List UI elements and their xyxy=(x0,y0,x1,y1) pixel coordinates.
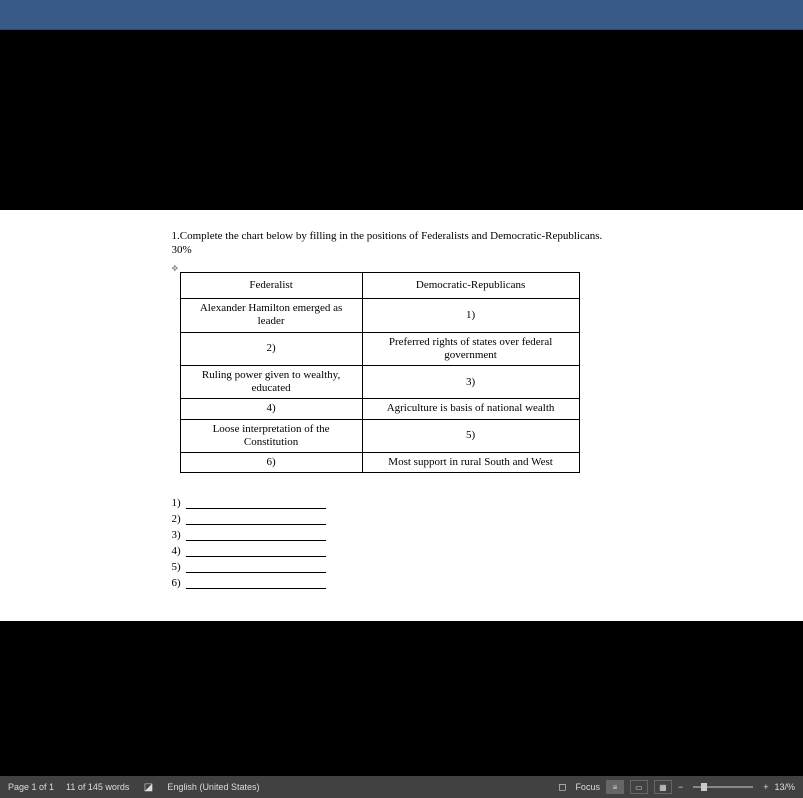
proofing-icon[interactable]: ◪ xyxy=(141,780,155,794)
answer-number: 6) xyxy=(172,577,186,589)
comparison-table[interactable]: Federalist Democratic-Republicans Alexan… xyxy=(180,272,580,473)
document-area[interactable]: 1.Complete the chart below by filling in… xyxy=(0,210,803,621)
answer-number: 5) xyxy=(172,561,186,573)
status-left: Page 1 of 1 11 of 145 words ◪ English (U… xyxy=(8,780,259,794)
answer-blank[interactable] xyxy=(186,529,326,541)
question-percent: 30% xyxy=(172,244,632,256)
cell[interactable]: 5) xyxy=(362,419,579,452)
language-indicator[interactable]: English (United States) xyxy=(167,782,259,792)
web-layout-button[interactable]: ▦ xyxy=(654,780,672,794)
word-count[interactable]: 11 of 145 words xyxy=(66,782,129,792)
table-row: 6) Most support in rural South and West xyxy=(180,452,579,472)
cell[interactable]: 6) xyxy=(180,452,362,472)
answer-number: 1) xyxy=(172,497,186,509)
focus-label[interactable]: Focus xyxy=(575,782,600,792)
header-federalist: Federalist xyxy=(180,273,362,299)
answer-number: 2) xyxy=(172,513,186,525)
answer-blank[interactable] xyxy=(186,577,326,589)
status-bar: Page 1 of 1 11 of 145 words ◪ English (U… xyxy=(0,776,803,798)
zoom-slider[interactable] xyxy=(693,786,753,788)
answer-blank[interactable] xyxy=(186,497,326,509)
table-row: Alexander Hamilton emerged as leader 1) xyxy=(180,299,579,332)
table-container: ✥ Federalist Democratic-Republicans Alex… xyxy=(180,272,632,473)
read-mode-button[interactable]: ≡ xyxy=(606,780,624,794)
cell[interactable]: Agriculture is basis of national wealth xyxy=(362,399,579,419)
cell[interactable]: Preferred rights of states over federal … xyxy=(362,332,579,365)
cell[interactable]: Alexander Hamilton emerged as leader xyxy=(180,299,362,332)
answer-line[interactable]: 3) xyxy=(172,525,632,541)
table-move-handle[interactable]: ✥ xyxy=(172,264,182,274)
status-right: ◻ Focus ≡ ▭ ▦ − + 13/% xyxy=(555,780,795,794)
title-bar xyxy=(0,0,803,30)
bottom-area xyxy=(0,621,803,776)
zoom-thumb[interactable] xyxy=(701,783,707,791)
table-row: 2) Preferred rights of states over feder… xyxy=(180,332,579,365)
cell[interactable]: 4) xyxy=(180,399,362,419)
answer-line[interactable]: 1) xyxy=(172,493,632,509)
table-row: Ruling power given to wealthy, educated … xyxy=(180,365,579,398)
zoom-out-button[interactable]: − xyxy=(678,782,683,792)
answer-lines: 1) 2) 3) 4) 5) 6) xyxy=(172,493,632,589)
table-header-row: Federalist Democratic-Republicans xyxy=(180,273,579,299)
table-row: Loose interpretation of the Constitution… xyxy=(180,419,579,452)
answer-number: 4) xyxy=(172,545,186,557)
cell[interactable]: 3) xyxy=(362,365,579,398)
cell[interactable]: 1) xyxy=(362,299,579,332)
answer-blank[interactable] xyxy=(186,545,326,557)
page-content[interactable]: 1.Complete the chart below by filling in… xyxy=(172,230,632,611)
answer-blank[interactable] xyxy=(186,513,326,525)
answer-line[interactable]: 6) xyxy=(172,573,632,589)
print-layout-button[interactable]: ▭ xyxy=(630,780,648,794)
table-row: 4) Agriculture is basis of national weal… xyxy=(180,399,579,419)
cell[interactable]: Ruling power given to wealthy, educated xyxy=(180,365,362,398)
zoom-level[interactable]: 13/% xyxy=(774,782,795,792)
header-democratic: Democratic-Republicans xyxy=(362,273,579,299)
cell[interactable]: 2) xyxy=(180,332,362,365)
cell[interactable]: Loose interpretation of the Constitution xyxy=(180,419,362,452)
answer-line[interactable]: 4) xyxy=(172,541,632,557)
question-instruction: 1.Complete the chart below by filling in… xyxy=(172,230,632,242)
page-indicator[interactable]: Page 1 of 1 xyxy=(8,782,54,792)
answer-line[interactable]: 2) xyxy=(172,509,632,525)
answer-line[interactable]: 5) xyxy=(172,557,632,573)
answer-number: 3) xyxy=(172,529,186,541)
cell[interactable]: Most support in rural South and West xyxy=(362,452,579,472)
ribbon-area xyxy=(0,30,803,210)
zoom-in-button[interactable]: + xyxy=(763,782,768,792)
answer-blank[interactable] xyxy=(186,561,326,573)
focus-icon[interactable]: ◻ xyxy=(555,780,569,794)
